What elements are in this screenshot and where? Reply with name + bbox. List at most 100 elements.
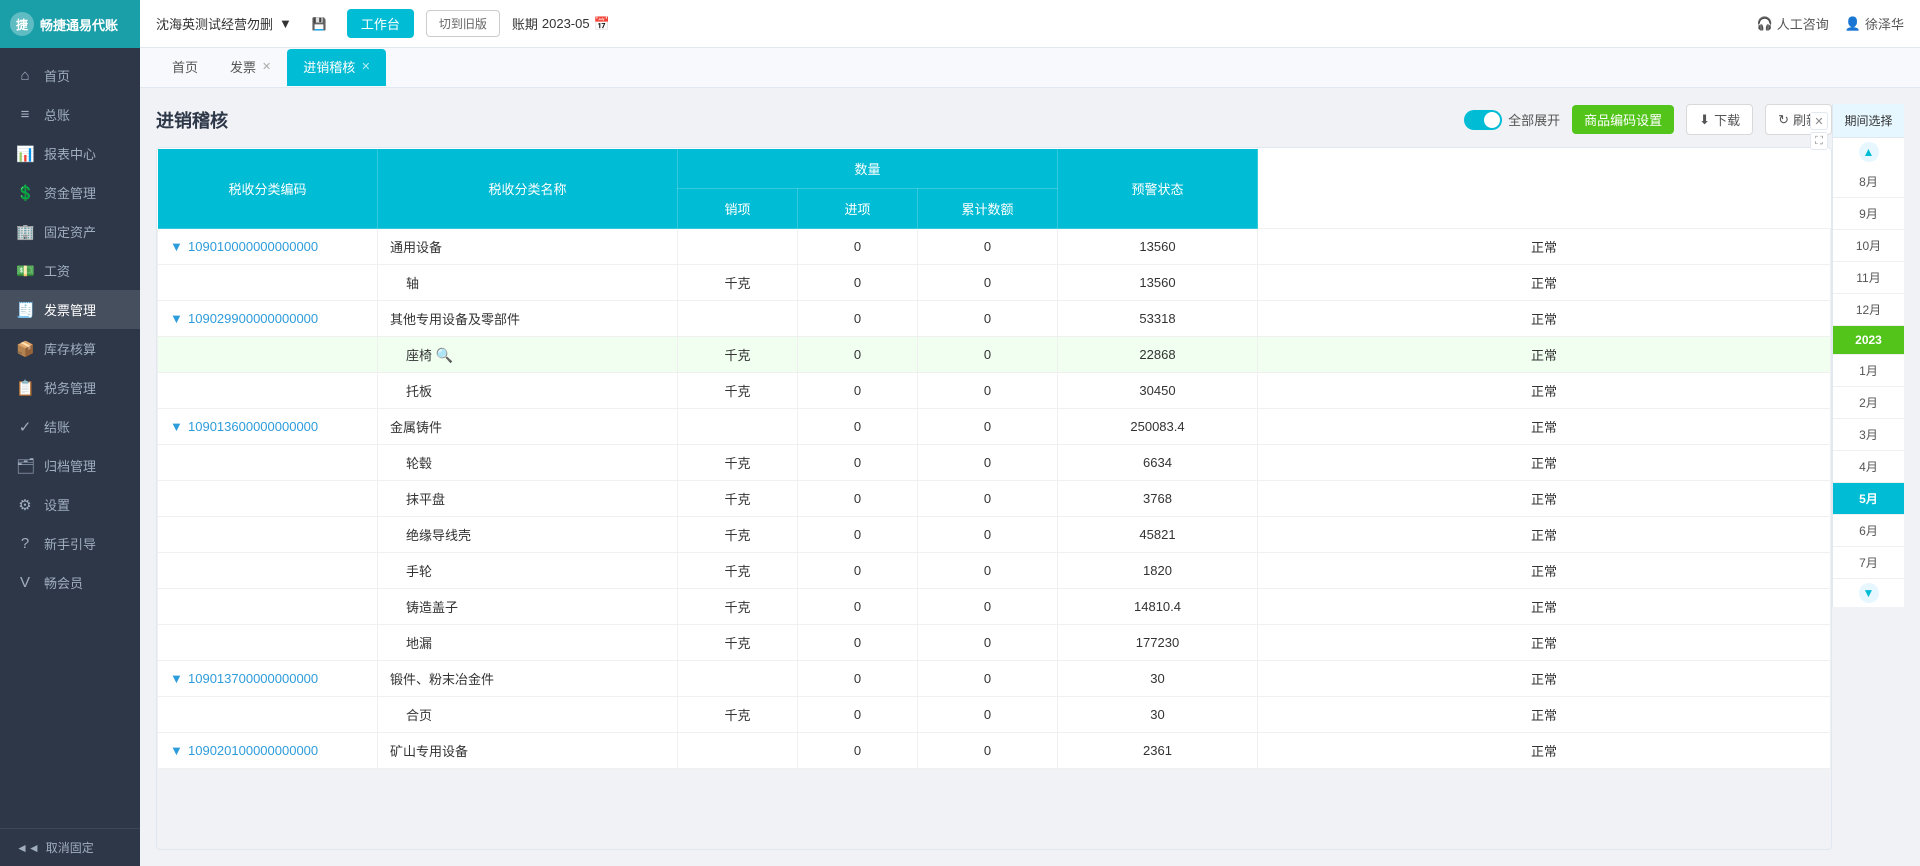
- th-total: 累计数额: [918, 189, 1058, 229]
- period-month-10[interactable]: 10月: [1833, 230, 1904, 262]
- row-sales: 0: [798, 625, 918, 661]
- period-month-3[interactable]: 3月: [1833, 419, 1904, 451]
- page-content: 进销稽核 全部展开 商品编码设置 ⬇ 下载 ↻ 刷新: [140, 88, 1920, 866]
- tab-reconciliation[interactable]: 进销稽核 ✕: [287, 49, 386, 86]
- tab-home[interactable]: 首页: [156, 49, 214, 86]
- period-prev-btn[interactable]: ▲: [1859, 142, 1879, 162]
- period-month-8[interactable]: 8月: [1833, 166, 1904, 198]
- sidebar-item-reports[interactable]: 📊 报表中心: [0, 134, 140, 173]
- period-next-btn[interactable]: ▼: [1859, 583, 1879, 603]
- company-selector[interactable]: 沈海英测试经营勿删 ▼: [156, 14, 292, 33]
- table-row: 抹平盘 千克 0 0 3768 正常: [158, 481, 1831, 517]
- capital-icon: 💲: [16, 184, 34, 202]
- period-month-4[interactable]: 4月: [1833, 451, 1904, 483]
- invoice-icon: 🧾: [16, 301, 34, 319]
- row-status: 正常: [1258, 265, 1831, 301]
- topbar-right: 🎧 人工咨询 👤 徐泽华: [1757, 14, 1904, 33]
- company-name: 沈海英测试经营勿删: [156, 14, 273, 33]
- table-header-row: 税收分类编码 税收分类名称 数量 预警状态: [158, 149, 1831, 189]
- row-sales: 0: [798, 661, 918, 697]
- table-row: 轮毂 千克 0 0 6634 正常: [158, 445, 1831, 481]
- period-month-1[interactable]: 1月: [1833, 355, 1904, 387]
- row-status: 正常: [1258, 301, 1831, 337]
- row-unit: 千克: [678, 517, 798, 553]
- sidebar-label-assets: 固定资产: [44, 222, 96, 241]
- expand-icon[interactable]: ▼: [170, 239, 184, 253]
- period-panel-close[interactable]: ✕: [1810, 112, 1828, 130]
- expand-icon[interactable]: ▼: [170, 311, 184, 325]
- row-name: 座椅 🔍: [378, 337, 678, 373]
- sidebar-item-member[interactable]: V 畅会员: [0, 563, 140, 602]
- row-unit: [678, 733, 798, 769]
- row-total: 177230: [1058, 625, 1258, 661]
- period-month-2[interactable]: 2月: [1833, 387, 1904, 419]
- sidebar-item-payroll[interactable]: 💵 工资: [0, 251, 140, 290]
- sidebar-item-guide[interactable]: ? 新手引导: [0, 524, 140, 563]
- sidebar-item-archive[interactable]: 🗂 归档管理: [0, 446, 140, 485]
- row-status: 正常: [1258, 625, 1831, 661]
- save-icon: 💾: [312, 17, 327, 31]
- row-code: ▼109010000000000000: [158, 229, 378, 265]
- row-name: 矿山专用设备: [378, 733, 678, 769]
- sidebar: 捷 畅捷通易代账 ⌂ 首页 ≡ 总账 📊 报表中心 💲 资金管理 🏢 固定资产 …: [0, 0, 140, 866]
- expand-toggle[interactable]: [1464, 110, 1502, 130]
- row-total: 22868: [1058, 337, 1258, 373]
- sidebar-item-invoice[interactable]: 🧾 发票管理: [0, 290, 140, 329]
- row-unit: 千克: [678, 697, 798, 733]
- sidebar-item-settle[interactable]: ✓ 结账: [0, 407, 140, 446]
- row-code-empty: [158, 445, 378, 481]
- product-code-button[interactable]: 商品编码设置: [1572, 105, 1674, 134]
- period-month-5[interactable]: 5月: [1833, 483, 1904, 515]
- period-month-6[interactable]: 6月: [1833, 515, 1904, 547]
- sidebar-item-tax[interactable]: 📋 税务管理: [0, 368, 140, 407]
- expand-icon[interactable]: ▼: [170, 419, 184, 433]
- row-purchase: 0: [918, 625, 1058, 661]
- help-button[interactable]: 🎧 人工咨询: [1757, 14, 1829, 33]
- table-row: ▼109013700000000000 锻件、粉末冶金件 0 0 30 正常: [158, 661, 1831, 697]
- ledger-icon: ≡: [16, 106, 34, 123]
- expand-icon[interactable]: ▼: [170, 671, 184, 685]
- row-sales: 0: [798, 697, 918, 733]
- row-name: 通用设备: [378, 229, 678, 265]
- row-code-empty: [158, 265, 378, 301]
- refresh-icon: ↻: [1778, 112, 1789, 128]
- sidebar-label-home: 首页: [44, 66, 70, 85]
- sidebar-item-home[interactable]: ⌂ 首页: [0, 56, 140, 95]
- footer-label: 取消固定: [46, 839, 94, 856]
- row-name: 铸造盖子: [378, 589, 678, 625]
- row-sales: 0: [798, 589, 918, 625]
- row-total: 30: [1058, 697, 1258, 733]
- switch-old-button[interactable]: 切到旧版: [426, 10, 500, 37]
- sidebar-item-ledger[interactable]: ≡ 总账: [0, 95, 140, 134]
- table-row: 托板 千克 0 0 30450 正常: [158, 373, 1831, 409]
- row-code: ▼109020100000000000: [158, 733, 378, 769]
- period-month-9[interactable]: 9月: [1833, 198, 1904, 230]
- user-menu[interactable]: 👤 徐泽华: [1845, 14, 1904, 33]
- period-month-12[interactable]: 12月: [1833, 294, 1904, 326]
- period-panel-expand[interactable]: ⛶: [1810, 132, 1828, 150]
- table-row: 地漏 千克 0 0 177230 正常: [158, 625, 1831, 661]
- tab-home-label: 首页: [172, 57, 198, 76]
- sidebar-label-archive: 归档管理: [44, 456, 96, 475]
- table-row: 绝缘导线壳 千克 0 0 45821 正常: [158, 517, 1831, 553]
- workspace-button[interactable]: 工作台: [347, 9, 414, 38]
- period-month-7[interactable]: 7月: [1833, 547, 1904, 579]
- sidebar-item-capital[interactable]: 💲 资金管理: [0, 173, 140, 212]
- tab-reconciliation-close[interactable]: ✕: [361, 60, 370, 73]
- sidebar-item-settings[interactable]: ⚙ 设置: [0, 485, 140, 524]
- download-button[interactable]: ⬇ 下载: [1686, 104, 1753, 135]
- row-name: 金属铸件: [378, 409, 678, 445]
- period-year-2023[interactable]: 2023: [1833, 326, 1904, 355]
- save-draft-button[interactable]: 💾: [304, 13, 335, 35]
- search-icon[interactable]: 🔍: [436, 347, 453, 363]
- sidebar-footer[interactable]: ◄◄ 取消固定: [0, 828, 140, 866]
- expand-icon[interactable]: ▼: [170, 743, 184, 757]
- tab-invoice-close[interactable]: ✕: [262, 60, 271, 73]
- row-name: 轴: [378, 265, 678, 301]
- row-purchase: 0: [918, 337, 1058, 373]
- period-month-11[interactable]: 11月: [1833, 262, 1904, 294]
- sidebar-item-inventory[interactable]: 📦 库存核算: [0, 329, 140, 368]
- sidebar-item-assets[interactable]: 🏢 固定资产: [0, 212, 140, 251]
- table-row: 轴 千克 0 0 13560 正常: [158, 265, 1831, 301]
- tab-invoice[interactable]: 发票 ✕: [214, 49, 287, 86]
